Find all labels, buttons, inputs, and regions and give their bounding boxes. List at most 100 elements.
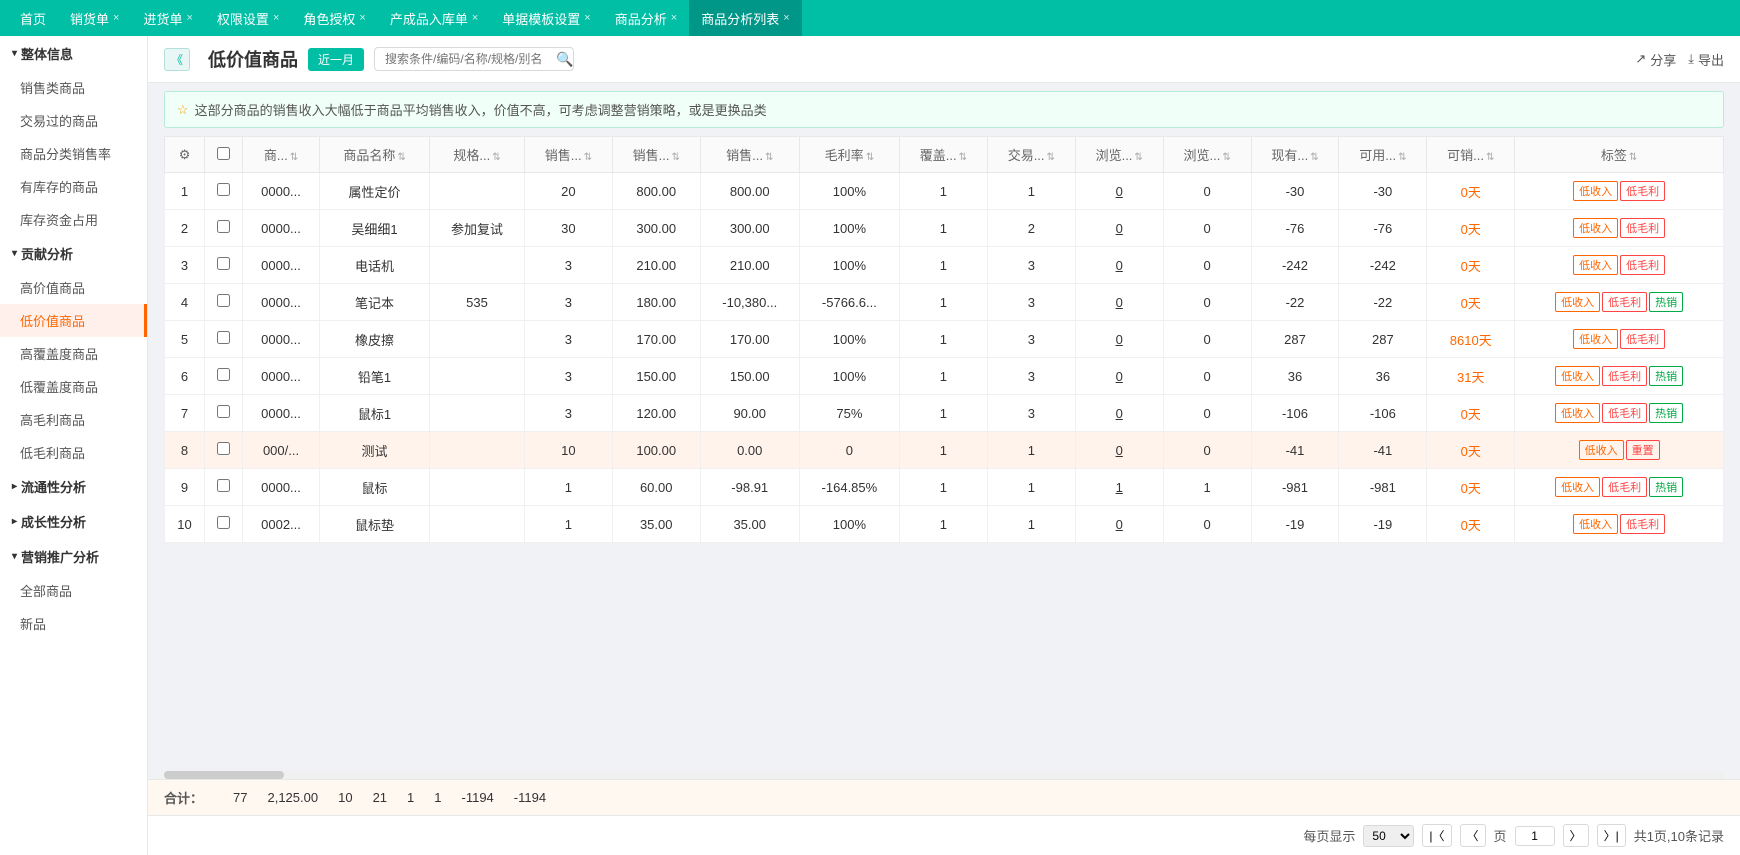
row-view1[interactable]: 0 [1075, 321, 1163, 358]
sidebar-item-low-value[interactable]: 低价值商品 [0, 304, 147, 337]
sidebar-item-traded-goods[interactable]: 交易过的商品 [0, 104, 147, 137]
row-qty: 3 [524, 284, 612, 321]
row-checkbox[interactable] [205, 173, 243, 210]
nav-sales-order-close[interactable]: × [113, 12, 119, 24]
view1-link[interactable]: 0 [1116, 332, 1123, 347]
nav-template-settings-close[interactable]: × [584, 12, 590, 24]
nav-sales-order[interactable]: 销货单 × [58, 0, 131, 36]
nav-permissions[interactable]: 权限设置 × [205, 0, 291, 36]
row-view1[interactable]: 0 [1075, 247, 1163, 284]
sidebar-item-new-goods[interactable]: 新品 [0, 607, 147, 640]
nav-product-entry-close[interactable]: × [472, 12, 478, 24]
horizontal-scrollbar[interactable] [164, 771, 1724, 779]
view1-link[interactable]: 0 [1116, 184, 1123, 199]
row-select-checkbox[interactable] [217, 405, 230, 418]
row-checkbox[interactable] [205, 210, 243, 247]
row-select-checkbox[interactable] [217, 220, 230, 233]
view1-link[interactable]: 0 [1116, 369, 1123, 384]
th-cover: 覆盖...⇅ [899, 137, 987, 173]
row-checkbox[interactable] [205, 358, 243, 395]
sidebar-item-inventory-goods[interactable]: 有库存的商品 [0, 170, 147, 203]
row-view1[interactable]: 0 [1075, 432, 1163, 469]
nav-purchase-order[interactable]: 进货单 × [131, 0, 204, 36]
sidebar-item-high-value[interactable]: 高价值商品 [0, 271, 147, 304]
search-input[interactable] [374, 47, 574, 71]
sidebar-item-low-coverage[interactable]: 低覆盖度商品 [0, 370, 147, 403]
row-select-checkbox[interactable] [217, 331, 230, 344]
export-button[interactable]: ⤓ 导出 [1688, 50, 1724, 69]
row-view1[interactable]: 1 [1075, 469, 1163, 506]
nav-product-analysis-close[interactable]: × [671, 12, 677, 24]
view1-link[interactable]: 0 [1116, 221, 1123, 236]
row-view1[interactable]: 0 [1075, 210, 1163, 247]
nav-product-analysis-list-close[interactable]: × [783, 12, 789, 24]
nav-roles-close[interactable]: × [359, 12, 365, 24]
row-select-checkbox[interactable] [217, 479, 230, 492]
row-tags: 低收入低毛利热销 [1515, 284, 1724, 321]
row-select-checkbox[interactable] [217, 368, 230, 381]
scrollbar-thumb[interactable] [164, 771, 284, 779]
row-view1[interactable]: 0 [1075, 358, 1163, 395]
collapse-sidebar-button[interactable]: 《 [164, 48, 190, 71]
row-checkbox[interactable] [205, 247, 243, 284]
sidebar-group-marketing[interactable]: ▾ 营销推广分析 [0, 539, 147, 574]
sidebar-item-sales-goods[interactable]: 销售类商品 [0, 71, 147, 104]
sidebar-item-all-goods[interactable]: 全部商品 [0, 574, 147, 607]
tag: 低收入 [1555, 403, 1600, 423]
footer-stock2: -1194 [514, 790, 546, 805]
row-view1[interactable]: 0 [1075, 284, 1163, 321]
view1-link[interactable]: 0 [1116, 443, 1123, 458]
prev-page-button[interactable]: 〈 [1460, 824, 1486, 847]
row-checkbox[interactable] [205, 321, 243, 358]
page-input[interactable] [1515, 826, 1555, 846]
row-trade: 1 [987, 469, 1075, 506]
row-stock2: 36 [1339, 358, 1427, 395]
first-page-button[interactable]: |〈 [1422, 824, 1451, 847]
nav-product-entry[interactable]: 产成品入库单 × [378, 0, 490, 36]
nav-purchase-order-close[interactable]: × [186, 12, 192, 24]
row-checkbox[interactable] [205, 469, 243, 506]
nav-product-analysis[interactable]: 商品分析 × [603, 0, 689, 36]
th-checkbox[interactable] [205, 137, 243, 173]
nav-roles[interactable]: 角色授权 × [291, 0, 377, 36]
period-button[interactable]: 近一月 [308, 48, 364, 71]
view1-link[interactable]: 1 [1116, 480, 1123, 495]
row-select-checkbox[interactable] [217, 257, 230, 270]
row-view1[interactable]: 0 [1075, 506, 1163, 543]
th-settings[interactable]: ⚙ [165, 137, 205, 173]
share-button[interactable]: ↗ 分享 [1635, 50, 1676, 69]
page-size-select[interactable]: 50 20 100 [1363, 825, 1414, 847]
view1-link[interactable]: 0 [1116, 406, 1123, 421]
sidebar-group-contribution[interactable]: ▾ 贡献分析 [0, 236, 147, 271]
sidebar-item-low-margin[interactable]: 低毛利商品 [0, 436, 147, 469]
select-all-checkbox[interactable] [217, 147, 230, 160]
sidebar-group-overall[interactable]: ▾ 整体信息 [0, 36, 147, 71]
row-view1[interactable]: 0 [1075, 395, 1163, 432]
sidebar-item-high-coverage[interactable]: 高覆盖度商品 [0, 337, 147, 370]
sidebar-group-liquidity[interactable]: ▸ 流通性分析 [0, 469, 147, 504]
row-select-checkbox[interactable] [217, 294, 230, 307]
row-select-checkbox[interactable] [217, 516, 230, 529]
sidebar-item-category-rate[interactable]: 商品分类销售率 [0, 137, 147, 170]
view1-link[interactable]: 0 [1116, 517, 1123, 532]
sidebar-group-growth[interactable]: ▸ 成长性分析 [0, 504, 147, 539]
row-select-checkbox[interactable] [217, 183, 230, 196]
nav-home[interactable]: 首页 [8, 0, 58, 36]
nav-template-settings[interactable]: 单据模板设置 × [490, 0, 602, 36]
sidebar-item-high-margin[interactable]: 高毛利商品 [0, 403, 147, 436]
next-page-button[interactable]: 〉 [1563, 824, 1589, 847]
row-checkbox[interactable] [205, 432, 243, 469]
nav-permissions-close[interactable]: × [273, 12, 279, 24]
search-icon[interactable]: 🔍 [556, 51, 573, 68]
row-checkbox[interactable] [205, 395, 243, 432]
view1-link[interactable]: 0 [1116, 258, 1123, 273]
row-checkbox[interactable] [205, 506, 243, 543]
row-select-checkbox[interactable] [217, 442, 230, 455]
view1-link[interactable]: 0 [1116, 295, 1123, 310]
row-view1[interactable]: 0 [1075, 173, 1163, 210]
last-page-button[interactable]: 〉| [1597, 824, 1626, 847]
nav-product-analysis-list[interactable]: 商品分析列表 × [689, 0, 801, 36]
sidebar-item-inventory-funds[interactable]: 库存资金占用 [0, 203, 147, 236]
row-no: 9 [165, 469, 205, 506]
row-checkbox[interactable] [205, 284, 243, 321]
